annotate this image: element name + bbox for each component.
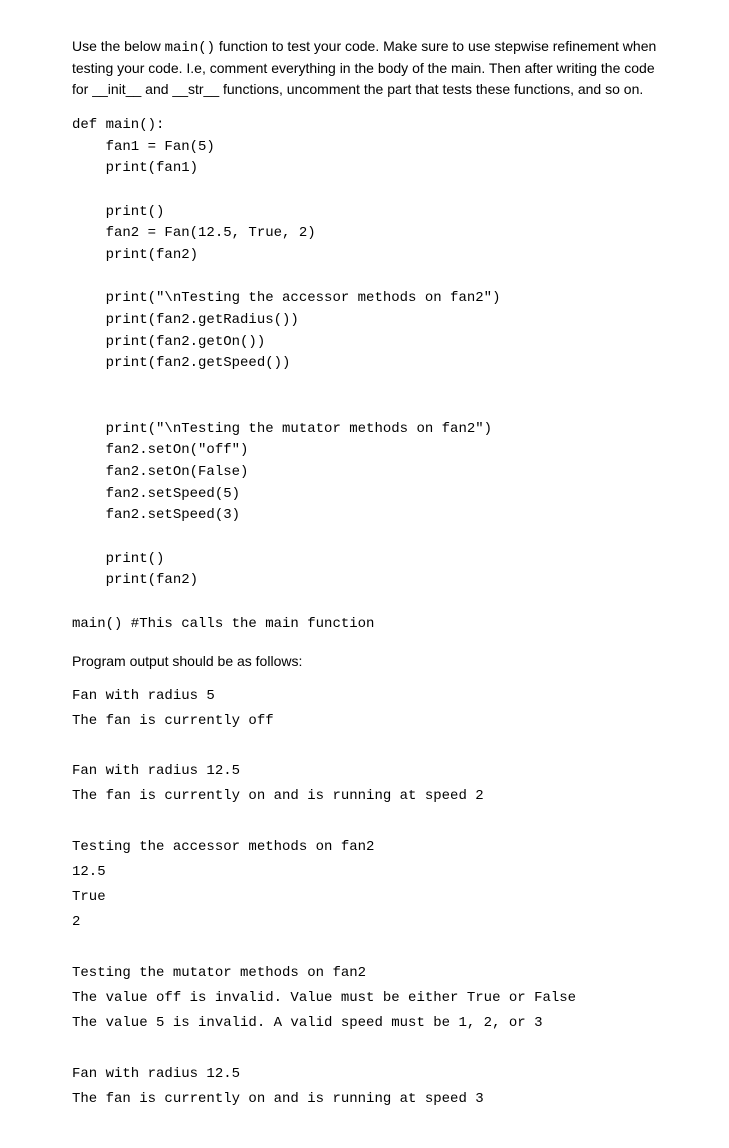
output-heading: Program output should be as follows: [72,651,657,671]
intro-paragraph: Use the below main() function to test yo… [72,36,657,99]
intro-code-main: main() [165,40,215,56]
code-block-main: def main(): fan1 = Fan(5) print(fan1) pr… [72,115,657,636]
program-output: Fan with radius 5 The fan is currently o… [72,684,657,1112]
intro-text-part1: Use the below [72,38,165,54]
